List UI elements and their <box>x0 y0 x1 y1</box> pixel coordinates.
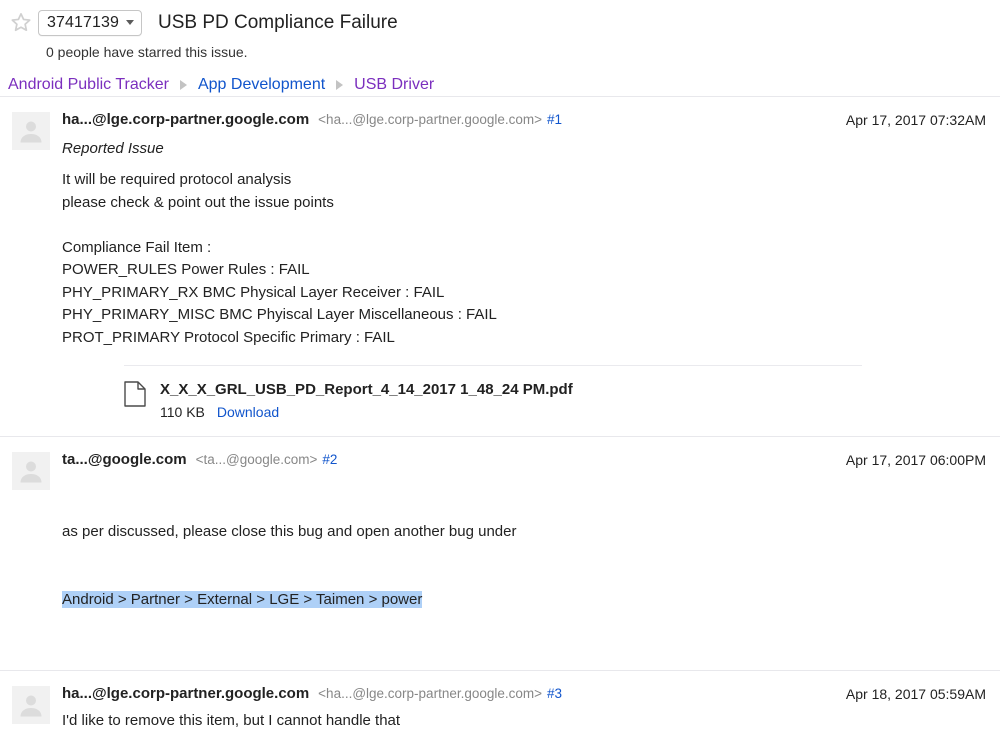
comment-header: ha...@lge.corp-partner.google.com <ha...… <box>62 110 826 130</box>
file-document-icon <box>124 381 146 407</box>
issue-header: 37417139 USB PD Compliance Failure 0 peo… <box>0 0 1000 96</box>
starred-count-text: 0 people have starred this issue. <box>46 44 248 60</box>
comment-timestamp: Apr 17, 2017 07:32AM <box>845 112 986 128</box>
breadcrumb-separator-icon <box>179 80 187 90</box>
comment-permalink[interactable]: #2 <box>322 450 337 470</box>
attachment-meta: 110 KB Download <box>160 403 573 422</box>
issue-id-value: 37417139 <box>47 14 119 31</box>
comment-timestamp: Apr 17, 2017 06:00PM <box>845 452 986 468</box>
chevron-down-icon <box>126 20 134 25</box>
attachment-size: 110 KB <box>160 404 205 420</box>
attachment-divider <box>124 365 862 366</box>
comment-header: ta...@google.com <ta...@google.com> #2 <box>62 450 826 470</box>
avatar <box>12 452 50 490</box>
page-title: USB PD Compliance Failure <box>158 12 398 33</box>
avatar <box>12 112 50 150</box>
comment-3: ha...@lge.corp-partner.google.com <ha...… <box>0 671 1000 747</box>
comment-body: as per discussed, please close this bug … <box>62 476 826 656</box>
comment-body: I'd like to remove this item, but I cann… <box>62 712 401 729</box>
comment-body-line: as per discussed, please close this bug … <box>62 523 517 540</box>
attachment-filename: X_X_X_GRL_USB_PD_Report_4_14_2017 1_48_2… <box>160 381 573 398</box>
comment-body: It will be required protocol analysis pl… <box>62 171 497 346</box>
breadcrumb-item-usb-driver[interactable]: USB Driver <box>354 75 434 95</box>
issue-id-dropdown[interactable]: 37417139 <box>38 10 142 36</box>
breadcrumb-separator-icon <box>336 80 344 90</box>
star-outline-icon[interactable] <box>8 10 34 36</box>
comment-2: ta...@google.com <ta...@google.com> #2 a… <box>0 437 1000 670</box>
download-link[interactable]: Download <box>217 404 279 420</box>
person-icon <box>20 695 42 717</box>
breadcrumb-item-app-development[interactable]: App Development <box>198 75 325 95</box>
avatar <box>12 686 50 724</box>
comment-author: ha...@lge.corp-partner.google.com <box>62 111 310 128</box>
person-icon <box>20 121 42 143</box>
comment-timestamp: Apr 18, 2017 05:59AM <box>845 686 986 702</box>
selected-text: Android > Partner > External > LGE > Tai… <box>62 590 423 608</box>
comment-author-email: <ta...@google.com> <box>195 452 318 467</box>
comment-author-email: <ha...@lge.corp-partner.google.com> <box>318 686 543 701</box>
attachment: X_X_X_GRL_USB_PD_Report_4_14_2017 1_48_2… <box>62 380 826 422</box>
comment-permalink[interactable]: #3 <box>547 684 562 704</box>
breadcrumb: Android Public Tracker App Development U… <box>0 74 1000 96</box>
comment-author: ha...@lge.corp-partner.google.com <box>62 685 310 702</box>
comment-author-email: <ha...@lge.corp-partner.google.com> <box>318 112 543 127</box>
comment-1: ha...@lge.corp-partner.google.com <ha...… <box>0 97 1000 436</box>
comment-header: ha...@lge.corp-partner.google.com <ha...… <box>62 684 826 704</box>
comment-body-line-selected: Android > Partner > External > LGE > Tai… <box>62 589 826 612</box>
comment-label: Reported Issue <box>62 140 164 157</box>
issue-title-row: 37417139 USB PD Compliance Failure <box>0 8 1000 38</box>
comment-author: ta...@google.com <box>62 451 187 468</box>
comment-permalink[interactable]: #1 <box>547 110 562 130</box>
person-icon <box>20 461 42 483</box>
breadcrumb-item-tracker[interactable]: Android Public Tracker <box>8 75 169 95</box>
